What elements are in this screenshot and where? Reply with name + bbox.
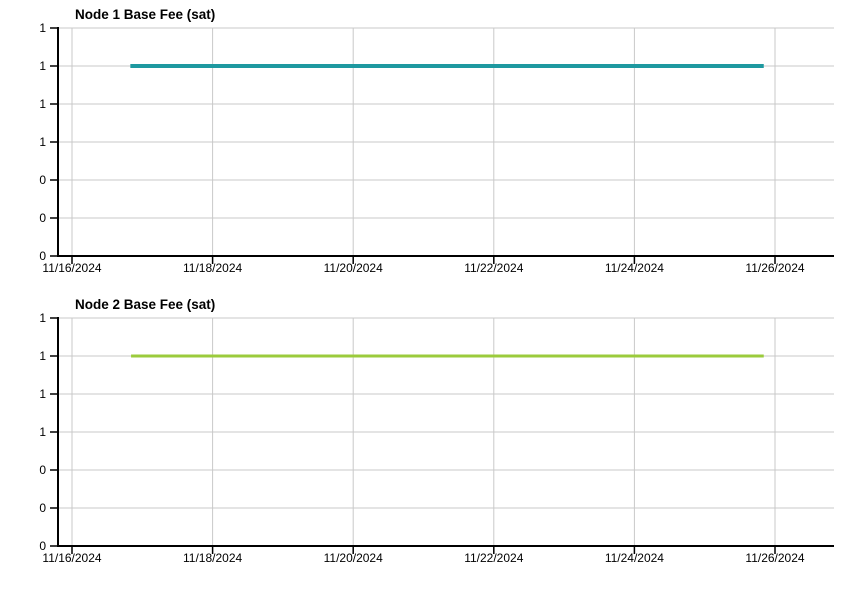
x-tick-label: 11/16/2024 [42, 261, 101, 275]
chart-plot-node1: 111100011/16/2024 11/18/2024 11/20/2024 11/… [39, 21, 834, 275]
x-tick-label: 11/20/2024 [324, 551, 383, 565]
y-tick-label: 1 [39, 387, 46, 401]
x-tick-label: 11/24/2024 [605, 551, 664, 565]
x-tick-label: 11/26/2024 [745, 551, 804, 565]
tick-labels: 111100011/16/2024 11/18/2024 11/20/2024 11/… [39, 311, 805, 565]
x-tick-label: 11/18/2024 [183, 261, 242, 275]
axes [50, 27, 834, 264]
x-tick-label: 11/18/2024 [183, 551, 242, 565]
y-tick-label: 1 [39, 21, 46, 35]
y-tick-label: 1 [39, 59, 46, 73]
y-tick-label: 1 [39, 135, 46, 149]
chart-node2-base-fee: Node 2 Base Fee (sat) 1 1 1 1 0 0 0 11/16/2024 1… [0, 290, 860, 600]
x-tick-label: 11/22/2024 [464, 551, 523, 565]
base-fee-charts-page: Node 1 Base Fee (sat) 1 1 1 1 0 0 0 11/16/2024 1… [0, 0, 860, 600]
gridlines [58, 317, 834, 547]
chart-node1-base-fee: Node 1 Base Fee (sat) 1 1 1 1 0 0 0 11/16/2024 1… [0, 0, 860, 290]
x-tick-label: 11/22/2024 [464, 261, 523, 275]
x-tick-label: 11/24/2024 [605, 261, 664, 275]
axes [50, 317, 834, 554]
y-tick-label: 0 [39, 463, 46, 477]
x-tick-label: 11/20/2024 [324, 261, 383, 275]
x-tick-label: 11/16/2024 [42, 551, 101, 565]
y-tick-label: 0 [39, 211, 46, 225]
y-tick-label: 1 [39, 425, 46, 439]
tick-labels: 111100011/16/2024 11/18/2024 11/20/2024 11/… [39, 21, 805, 275]
y-tick-label: 1 [39, 97, 46, 111]
y-tick-label: 1 [39, 349, 46, 363]
gridlines [58, 27, 834, 257]
x-tick-label: 11/26/2024 [745, 261, 804, 275]
chart-plot-node2: 111100011/16/2024 11/18/2024 11/20/2024 11/… [39, 311, 834, 565]
y-tick-label: 1 [39, 311, 46, 325]
y-tick-label: 0 [39, 173, 46, 187]
y-tick-label: 0 [39, 501, 46, 515]
